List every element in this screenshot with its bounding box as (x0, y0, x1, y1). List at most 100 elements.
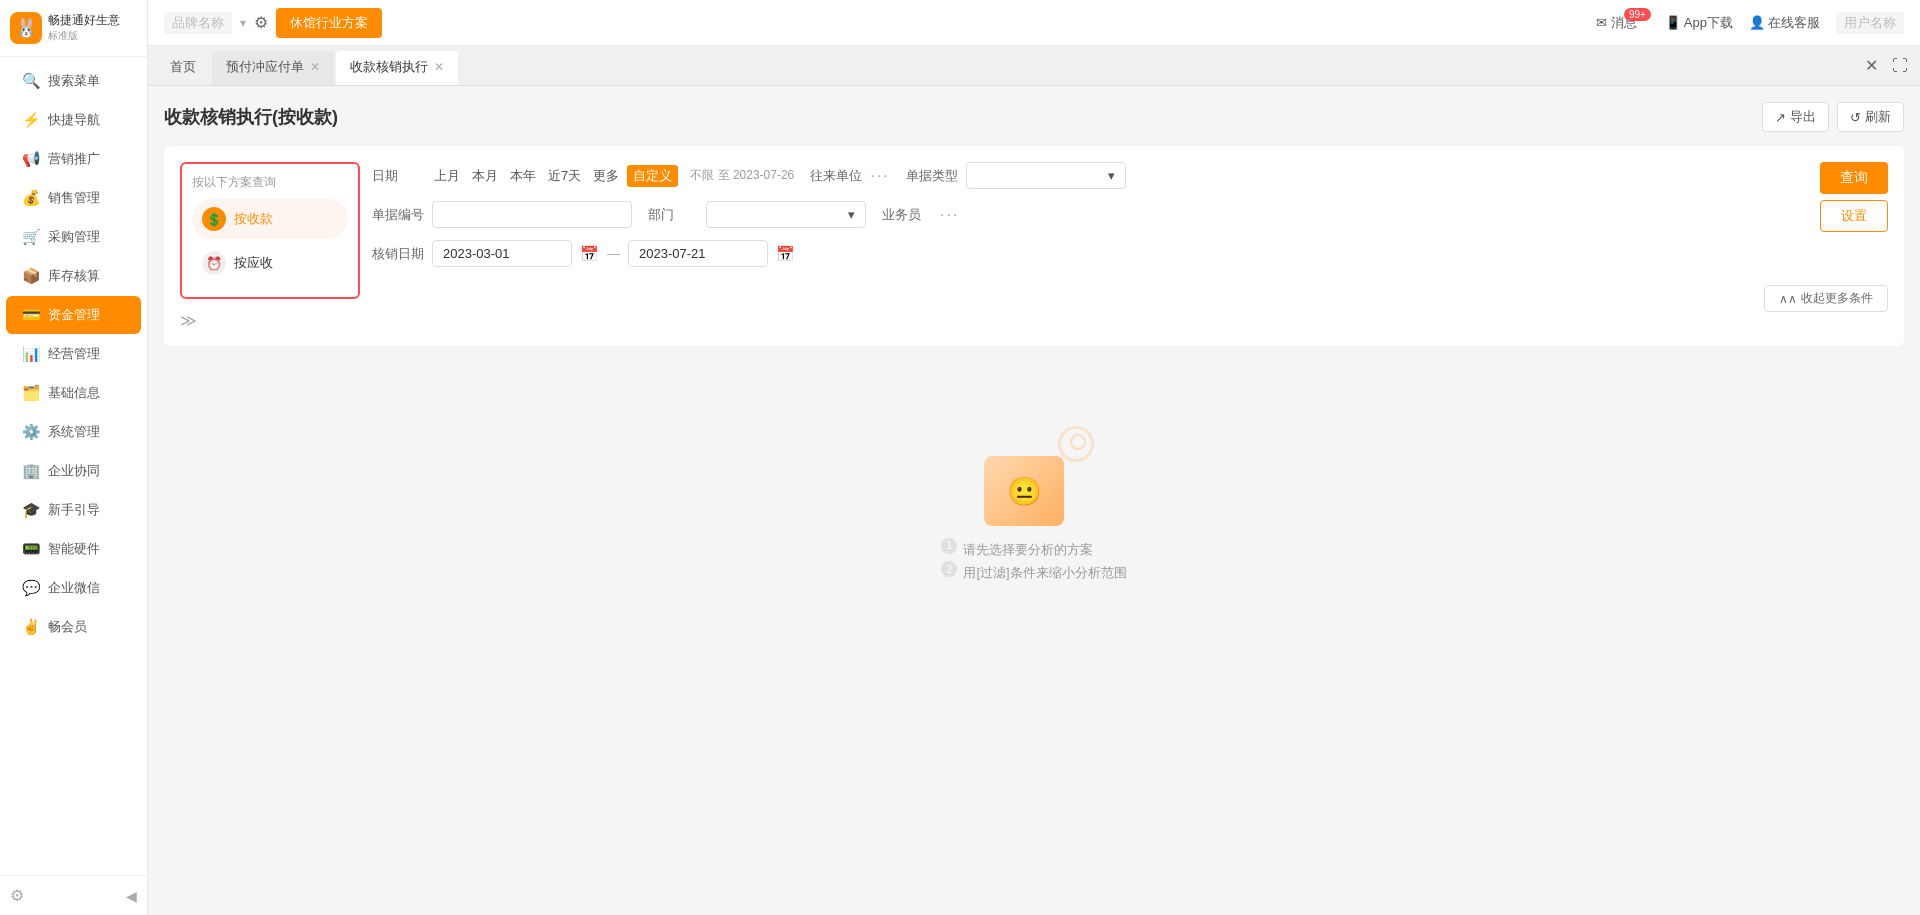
doctype-label: 单据类型 (906, 167, 958, 185)
filter-panel-title: 按以下方案查询 (192, 174, 348, 191)
this-month-btn[interactable]: 本月 (468, 165, 502, 187)
tab-close-window-button[interactable]: ✕ (1861, 52, 1882, 79)
chevron-down-icon[interactable]: ▾ (240, 16, 246, 30)
step-2-num: 2 (941, 561, 957, 577)
message-icon: ✉ (1596, 15, 1607, 30)
main-area: 品牌名称 ▾ ⚙ 休馆行业方案 ✉ 消息 99+ 📱 App下载 👤 在线客服 … (148, 0, 1920, 915)
partner-input-trigger[interactable]: ··· (870, 167, 889, 185)
date-buttons: 上月 本月 本年 近7天 更多 自定义 (430, 165, 678, 187)
hexiao-start-calendar-icon[interactable]: 📅 (580, 245, 599, 263)
sidebar-item-ops[interactable]: 📊 经营管理 (6, 335, 141, 373)
hexiao-label: 核销日期 (372, 245, 424, 263)
topbar-brand: 品牌名称 (164, 12, 232, 34)
sidebar-item-label: 经营管理 (48, 345, 100, 363)
doctype-select[interactable]: ▾ (966, 162, 1126, 189)
hexiao-end-calendar-icon[interactable]: 📅 (776, 245, 795, 263)
online-service-button[interactable]: 👤 在线客服 (1749, 14, 1820, 32)
filter-scheme-panel: 按以下方案查询 💲 按收款 ⏰ 按应收 (180, 162, 360, 299)
filter-option-by-receivable[interactable]: ⏰ 按应收 (192, 243, 348, 283)
sidebar-item-finance[interactable]: 💳 资金管理 (6, 296, 141, 334)
sidebar-logo: 🐰 畅捷通好生意 标准版 (0, 0, 147, 57)
sidebar-item-sales[interactable]: 💰 销售管理 (6, 179, 141, 217)
tab-home[interactable]: 首页 (156, 51, 210, 85)
dept-filter: 部门 ▾ (648, 201, 866, 228)
sidebar-item-weixin[interactable]: 💬 企业微信 (6, 569, 141, 607)
tab-prepay[interactable]: 预付冲应付单 ✕ (212, 51, 334, 85)
filter-option-by-receipt[interactable]: 💲 按收款 (192, 199, 348, 239)
sidebar-item-system[interactable]: ⚙️ 系统管理 (6, 413, 141, 451)
tab-close-icon[interactable]: ✕ (310, 60, 320, 74)
sidebar: 🐰 畅捷通好生意 标准版 🔍 搜索菜单 ⚡ 快捷导航 📢 营销推广 💰 销售管理… (0, 0, 148, 915)
settings-icon[interactable]: ⚙ (10, 886, 24, 905)
refresh-button[interactable]: ↺ 刷新 (1837, 102, 1904, 132)
hexiao-date-filter: 核销日期 📅 — 📅 (372, 240, 795, 267)
hexiao-end-input[interactable] (628, 240, 768, 267)
sidebar-item-search[interactable]: 🔍 搜索菜单 (6, 62, 141, 100)
chevron-down-icon: ▾ (1108, 168, 1115, 183)
refresh-icon: ↺ (1850, 110, 1861, 125)
app-download-button[interactable]: 📱 App下载 (1665, 14, 1733, 32)
dept-label: 部门 (648, 206, 698, 224)
sidebar-item-label: 搜索菜单 (48, 72, 100, 90)
sidebar-item-label: 采购管理 (48, 228, 100, 246)
page-header: 收款核销执行(按收款) ↗ 导出 ↺ 刷新 (164, 102, 1904, 132)
tab-close-active-icon[interactable]: ✕ (434, 60, 444, 74)
page-title: 收款核销执行(按收款) (164, 105, 338, 129)
gear-icon[interactable]: ⚙ (254, 13, 268, 32)
system-icon: ⚙️ (22, 423, 40, 441)
industry-btn[interactable]: 休馆行业方案 (276, 8, 382, 38)
docno-filter: 单据编号 (372, 201, 632, 228)
purchase-icon: 🛒 (22, 228, 40, 246)
message-button[interactable]: ✉ 消息 99+ (1596, 14, 1637, 32)
sidebar-item-corp[interactable]: 🏢 企业协同 (6, 452, 141, 490)
sidebar-item-purchase[interactable]: 🛒 采购管理 (6, 218, 141, 256)
sidebar-item-label: 营销推广 (48, 150, 100, 168)
staff-input-trigger[interactable]: ··· (940, 206, 959, 224)
sales-icon: 💰 (22, 189, 40, 207)
collapse-more-row: ∧∧ 收起更多条件 (372, 285, 1888, 312)
filter-right: 日期 上月 本月 本年 近7天 更多 自定义 不限 至 2023-07-26 (372, 162, 1888, 330)
sidebar-item-label: 企业协同 (48, 462, 100, 480)
sidebar-item-label: 销售管理 (48, 189, 100, 207)
sidebar-item-marketing[interactable]: 📢 营销推广 (6, 140, 141, 178)
sidebar-item-member[interactable]: ✌️ 畅会员 (6, 608, 141, 646)
partner-label: 往来单位 (810, 167, 862, 185)
custom-date-btn[interactable]: 自定义 (627, 165, 678, 187)
docno-input[interactable] (432, 201, 632, 228)
tab-maximize-button[interactable]: ⛶ (1888, 53, 1912, 79)
last-month-btn[interactable]: 上月 (430, 165, 464, 187)
date-filter: 日期 上月 本月 本年 近7天 更多 自定义 不限 至 2023-07-26 (372, 165, 794, 187)
receipt-option-icon: 💲 (202, 207, 226, 231)
basic-icon: 🗂️ (22, 384, 40, 402)
logo-text: 畅捷通好生意 (48, 13, 120, 29)
sidebar-item-guide[interactable]: 🎓 新手引导 (6, 491, 141, 529)
this-year-btn[interactable]: 本年 (506, 165, 540, 187)
sidebar-item-basic[interactable]: 🗂️ 基础信息 (6, 374, 141, 412)
collapse-more-button[interactable]: ∧∧ 收起更多条件 (1764, 285, 1888, 312)
partner-filter: 往来单位 ··· (810, 167, 889, 185)
tab-receipt-verify[interactable]: 收款核销执行 ✕ (336, 51, 458, 85)
last-7-days-btn[interactable]: 近7天 (544, 165, 585, 187)
sidebar-item-label: 新手引导 (48, 501, 100, 519)
export-button[interactable]: ↗ 导出 (1762, 102, 1829, 132)
query-button[interactable]: 查询 (1820, 162, 1888, 194)
chevron-down-icon: ▾ (848, 207, 855, 222)
collapse-left-panel-button[interactable]: ≫ (180, 311, 197, 330)
tab-receipt-label: 收款核销执行 (350, 58, 428, 76)
hexiao-start-input[interactable] (432, 240, 572, 267)
sidebar-item-quick-nav[interactable]: ⚡ 快捷导航 (6, 101, 141, 139)
dept-select[interactable]: ▾ (706, 201, 866, 228)
sidebar-item-label: 系统管理 (48, 423, 100, 441)
service-icon: 👤 (1749, 15, 1765, 30)
sidebar-item-inventory[interactable]: 📦 库存核算 (6, 257, 141, 295)
settings-button[interactable]: 设置 (1820, 200, 1888, 232)
filter-row-3: 核销日期 📅 — 📅 (372, 240, 1804, 267)
collapse-sidebar-icon[interactable]: ◀ (126, 888, 137, 904)
sidebar-bottom: ⚙ ◀ (0, 875, 147, 915)
sidebar-item-label: 基础信息 (48, 384, 100, 402)
date-range-hint: 不限 至 2023-07-26 (690, 167, 794, 184)
sidebar-item-hardware[interactable]: 📟 智能硬件 (6, 530, 141, 568)
app-icon: 📱 (1665, 15, 1681, 30)
empty-illustration: 😐 (974, 426, 1094, 526)
more-date-btn[interactable]: 更多 (589, 165, 623, 187)
